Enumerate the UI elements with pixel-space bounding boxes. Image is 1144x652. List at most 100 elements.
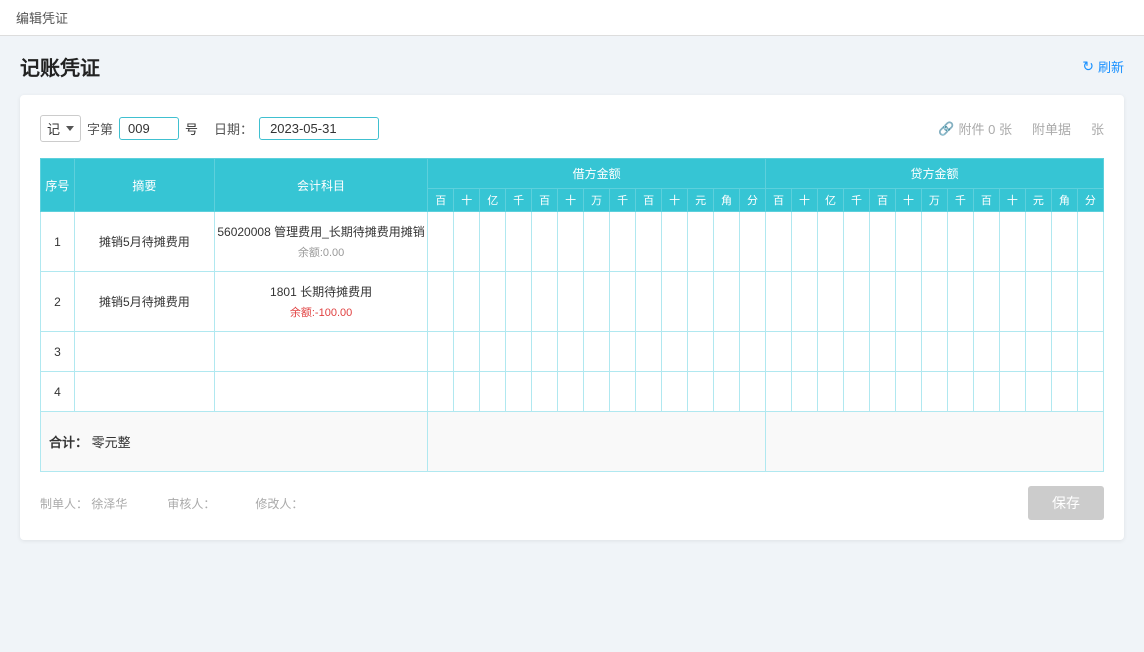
- row-1-summary[interactable]: 摊销5月待摊费用: [74, 212, 214, 272]
- row-3-c10[interactable]: [1025, 332, 1051, 372]
- row-1-c9[interactable]: [999, 212, 1025, 272]
- row-3-d3[interactable]: [506, 332, 532, 372]
- row-4-d2[interactable]: [480, 372, 506, 412]
- row-1-c0[interactable]: [766, 212, 792, 272]
- row-4-account[interactable]: [214, 372, 427, 412]
- row-2-d0[interactable]: [428, 272, 454, 332]
- row-4-c4[interactable]: [869, 372, 895, 412]
- row-4-c5[interactable]: [895, 372, 921, 412]
- row-1-c2[interactable]: [818, 212, 844, 272]
- row-4-d0[interactable]: [428, 372, 454, 412]
- row-3-d10[interactable]: [688, 332, 714, 372]
- row-4-c3[interactable]: [843, 372, 869, 412]
- date-input[interactable]: [259, 117, 379, 140]
- row-1-d5[interactable]: [558, 212, 584, 272]
- row-4-c12[interactable]: [1077, 372, 1103, 412]
- row-3-summary[interactable]: [74, 332, 214, 372]
- row-3-d9[interactable]: [662, 332, 688, 372]
- row-4-d11[interactable]: [714, 372, 740, 412]
- row-4-d12[interactable]: [740, 372, 766, 412]
- row-3-c12[interactable]: [1077, 332, 1103, 372]
- row-2-d6[interactable]: [584, 272, 610, 332]
- row-1-d3[interactable]: [506, 212, 532, 272]
- row-3-c3[interactable]: [843, 332, 869, 372]
- row-2-d7[interactable]: [610, 272, 636, 332]
- row-2-c3[interactable]: [843, 272, 869, 332]
- row-4-c8[interactable]: [973, 372, 999, 412]
- type-select[interactable]: 记: [40, 115, 81, 142]
- row-4-d7[interactable]: [610, 372, 636, 412]
- row-1-d11[interactable]: [714, 212, 740, 272]
- row-4-d10[interactable]: [688, 372, 714, 412]
- row-4-c1[interactable]: [792, 372, 818, 412]
- row-2-c2[interactable]: [818, 272, 844, 332]
- row-4-c2[interactable]: [818, 372, 844, 412]
- row-3-c2[interactable]: [818, 332, 844, 372]
- row-3-c5[interactable]: [895, 332, 921, 372]
- row-1-c12[interactable]: [1077, 212, 1103, 272]
- row-2-summary[interactable]: 摊销5月待摊费用: [74, 272, 214, 332]
- row-3-c1[interactable]: [792, 332, 818, 372]
- row-2-d1[interactable]: [454, 272, 480, 332]
- row-1-c11[interactable]: [1051, 212, 1077, 272]
- row-4-c11[interactable]: [1051, 372, 1077, 412]
- row-1-d4[interactable]: [532, 212, 558, 272]
- row-2-c11[interactable]: [1051, 272, 1077, 332]
- row-1-d2[interactable]: [480, 212, 506, 272]
- row-2-c5[interactable]: [895, 272, 921, 332]
- row-2-d11[interactable]: [714, 272, 740, 332]
- refresh-button[interactable]: ↻ 刷新: [1082, 57, 1124, 76]
- row-1-c6[interactable]: [921, 212, 947, 272]
- row-2-c0[interactable]: [766, 272, 792, 332]
- row-4-d4[interactable]: [532, 372, 558, 412]
- row-4-summary[interactable]: [74, 372, 214, 412]
- row-1-c7[interactable]: [947, 212, 973, 272]
- row-2-d8[interactable]: [636, 272, 662, 332]
- row-3-d8[interactable]: [636, 332, 662, 372]
- row-4-c7[interactable]: [947, 372, 973, 412]
- row-3-c9[interactable]: [999, 332, 1025, 372]
- row-2-account[interactable]: 1801 长期待摊费用 余额:-100.00: [214, 272, 427, 332]
- row-3-account[interactable]: [214, 332, 427, 372]
- row-2-c9[interactable]: [999, 272, 1025, 332]
- row-2-d12[interactable]: [740, 272, 766, 332]
- row-3-c7[interactable]: [947, 332, 973, 372]
- row-2-c8[interactable]: [973, 272, 999, 332]
- row-2-d2[interactable]: [480, 272, 506, 332]
- row-1-c1[interactable]: [792, 212, 818, 272]
- row-4-d6[interactable]: [584, 372, 610, 412]
- row-1-c8[interactable]: [973, 212, 999, 272]
- row-3-c8[interactable]: [973, 332, 999, 372]
- save-button[interactable]: 保存: [1028, 486, 1104, 520]
- row-4-d9[interactable]: [662, 372, 688, 412]
- row-1-d8[interactable]: [636, 212, 662, 272]
- row-4-d8[interactable]: [636, 372, 662, 412]
- row-3-d0[interactable]: [428, 332, 454, 372]
- row-4-c6[interactable]: [921, 372, 947, 412]
- row-1-d0[interactable]: [428, 212, 454, 272]
- row-3-d12[interactable]: [740, 332, 766, 372]
- row-3-d4[interactable]: [532, 332, 558, 372]
- row-4-c0[interactable]: [766, 372, 792, 412]
- row-3-d5[interactable]: [558, 332, 584, 372]
- row-1-c10[interactable]: [1025, 212, 1051, 272]
- row-1-c5[interactable]: [895, 212, 921, 272]
- row-1-d12[interactable]: [740, 212, 766, 272]
- row-1-account[interactable]: 56020008 管理费用_长期待摊费用摊销 余额:0.00: [214, 212, 427, 272]
- row-3-d7[interactable]: [610, 332, 636, 372]
- row-4-d5[interactable]: [558, 372, 584, 412]
- row-2-c7[interactable]: [947, 272, 973, 332]
- row-2-d3[interactable]: [506, 272, 532, 332]
- row-2-c10[interactable]: [1025, 272, 1051, 332]
- row-2-c4[interactable]: [869, 272, 895, 332]
- row-3-d1[interactable]: [454, 332, 480, 372]
- row-1-c4[interactable]: [869, 212, 895, 272]
- number-input[interactable]: [119, 117, 179, 140]
- row-1-d7[interactable]: [610, 212, 636, 272]
- row-3-d6[interactable]: [584, 332, 610, 372]
- row-2-d10[interactable]: [688, 272, 714, 332]
- row-2-d9[interactable]: [662, 272, 688, 332]
- row-3-d11[interactable]: [714, 332, 740, 372]
- row-3-c4[interactable]: [869, 332, 895, 372]
- row-1-c3[interactable]: [843, 212, 869, 272]
